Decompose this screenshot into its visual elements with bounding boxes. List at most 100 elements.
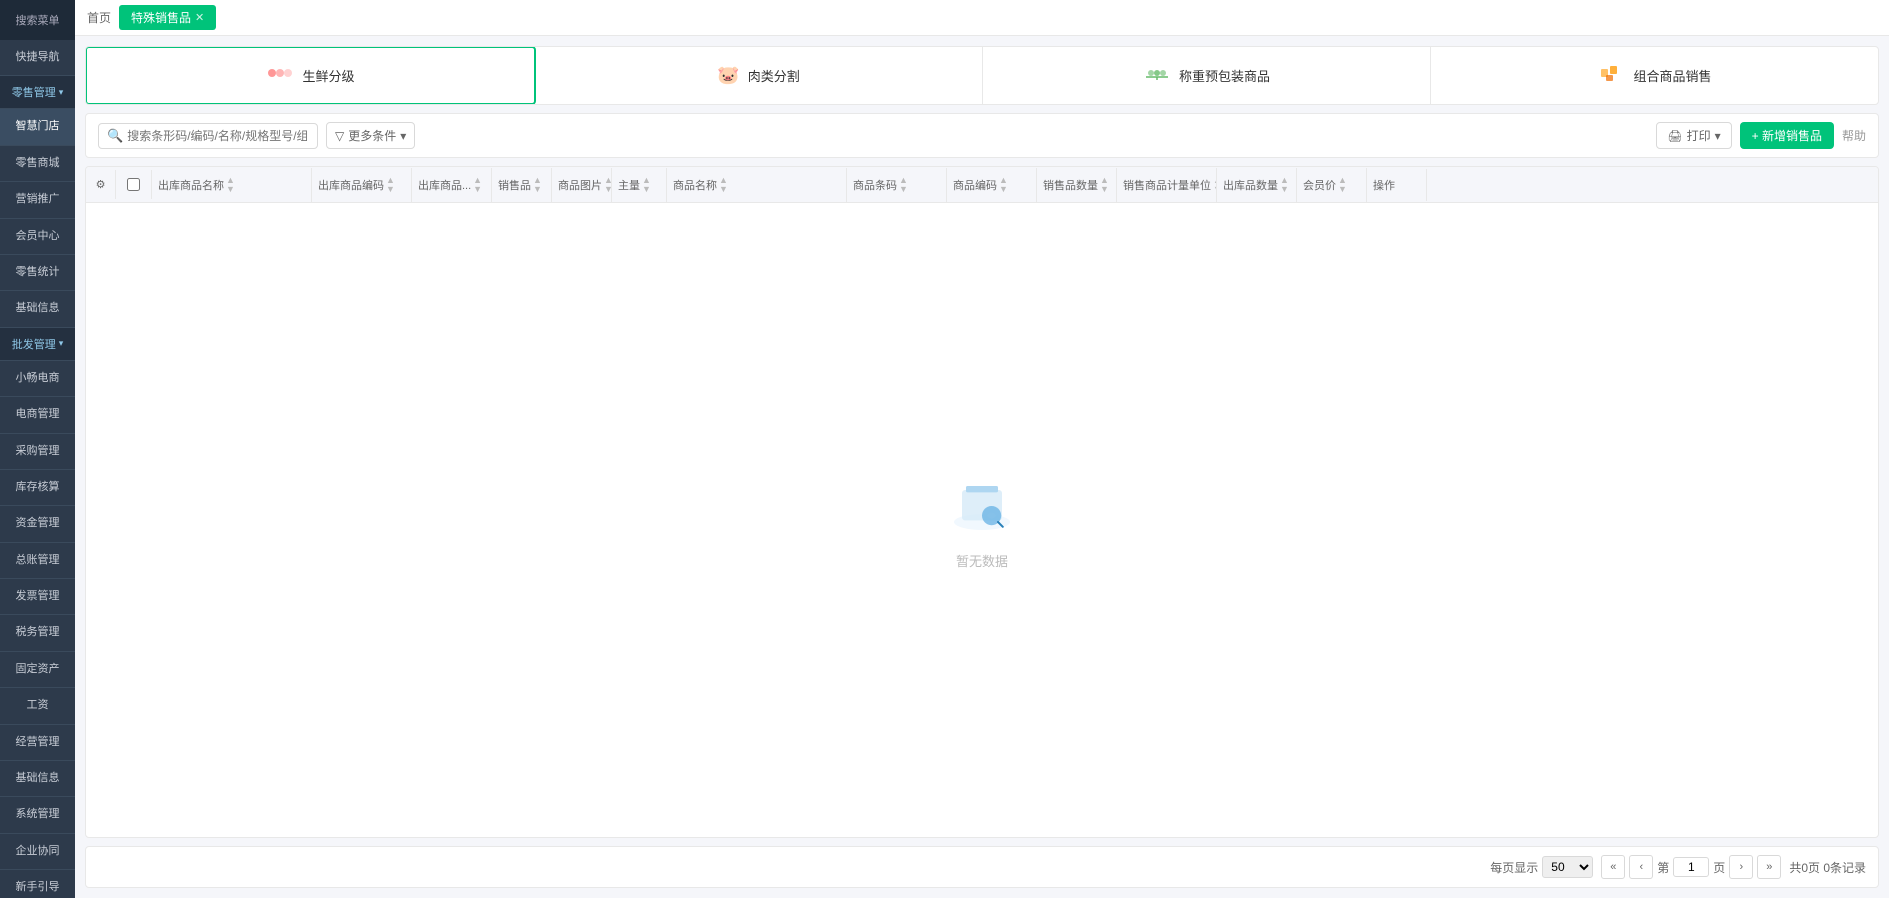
print-button[interactable]: 🖨 打印 ▾ <box>1656 122 1731 149</box>
sidebar-item-sales-promo[interactable]: 营销推广 <box>0 182 75 218</box>
th-out-qty-label: 出库品数量 <box>1223 177 1278 193</box>
th-out-code[interactable]: 出库商品编码 ▲▼ <box>312 168 412 202</box>
sidebar-item-quick-nav[interactable]: 快捷导航 <box>0 40 75 76</box>
sidebar-item-wholesale-mgmt[interactable]: 批发管理 ▾ <box>0 328 75 361</box>
sort-icon: ▲▼ <box>1338 176 1347 194</box>
sort-icon: ▲▼ <box>999 176 1008 194</box>
sidebar-item-mini-ecom[interactable]: 小畅电商 <box>0 361 75 397</box>
print-label: 打印 <box>1687 127 1711 144</box>
main-content: 首页 特殊销售品 ✕ 生鲜分级 🐷 肉类分割 <box>75 0 1889 898</box>
th-action: 操作 <box>1367 169 1427 201</box>
th-settings[interactable]: ⚙ <box>86 170 116 199</box>
sidebar-item-retail-mall[interactable]: 零售商城 <box>0 146 75 182</box>
th-sales[interactable]: 销售品 ▲▼ <box>492 168 552 202</box>
sidebar-item-retail-mgmt[interactable]: 零售管理 ▾ <box>0 76 75 109</box>
page-label-before: 第 <box>1657 859 1669 876</box>
th-out-name-label: 出库商品名称 <box>158 177 224 193</box>
sidebar-item-ecom-mgmt[interactable]: 电商管理 <box>0 397 75 433</box>
sidebar-item-tax-mgmt[interactable]: 税务管理 <box>0 615 75 651</box>
sidebar-item-new-guide[interactable]: 新手引导 <box>0 870 75 898</box>
th-sales-qty-label: 销售品数量 <box>1043 177 1098 193</box>
sidebar-item-purchase-mgmt[interactable]: 采购管理 <box>0 434 75 470</box>
th-weight[interactable]: 主量 ▲▼ <box>612 168 667 202</box>
fresh-icon <box>266 62 294 89</box>
sidebar-item-sys-mgmt[interactable]: 系统管理 <box>0 797 75 833</box>
page-nav: « ‹ 第 页 › » <box>1601 855 1781 879</box>
sidebar-logo[interactable]: 搜索菜单 <box>0 0 75 40</box>
th-goods-name[interactable]: 商品名称 ▲▼ <box>667 168 847 202</box>
prev-page-button[interactable]: ‹ <box>1629 855 1653 879</box>
sidebar-item-total-mgmt[interactable]: 总账管理 <box>0 543 75 579</box>
th-barcode[interactable]: 商品条码 ▲▼ <box>847 168 947 202</box>
sidebar-item-wages[interactable]: 工资 <box>0 688 75 724</box>
search-input[interactable] <box>127 129 307 143</box>
cat-tab-weight-label: 称重预包装商品 <box>1179 66 1270 85</box>
select-all-checkbox[interactable] <box>127 178 140 191</box>
active-tab[interactable]: 特殊销售品 ✕ <box>119 5 216 30</box>
th-goods-code-label: 商品编码 <box>953 177 997 193</box>
help-button[interactable]: 帮助 <box>1842 127 1866 144</box>
filter-label: 更多条件 <box>348 127 396 144</box>
th-member-price-label: 会员价 <box>1303 177 1336 193</box>
sidebar-item-member-center[interactable]: 会员中心 <box>0 219 75 255</box>
th-out-code2-label: 出库商品... <box>418 177 471 193</box>
page-input[interactable] <box>1673 857 1709 877</box>
filter-arrow-icon: ▾ <box>400 129 406 143</box>
cat-tab-combo-label: 组合商品销售 <box>1633 66 1711 85</box>
table-header: ⚙ 出库商品名称 ▲▼ 出库商品编码 ▲▼ 出库商品... ▲▼ <box>86 167 1878 203</box>
per-page-select[interactable]: 50 100 200 <box>1542 856 1593 878</box>
cat-tab-meat-label: 肉类分割 <box>748 66 800 85</box>
search-box[interactable]: 🔍 <box>98 123 318 149</box>
cat-tab-meat[interactable]: 🐷 肉类分割 <box>535 47 983 104</box>
page-content: 生鲜分级 🐷 肉类分割 称重预包装商品 <box>75 36 1889 898</box>
th-out-qty[interactable]: 出库品数量 ▲▼ <box>1217 168 1297 202</box>
sidebar-item-label: 批发管理 <box>12 336 56 352</box>
top-nav: 首页 特殊销售品 ✕ <box>75 0 1889 36</box>
th-member-price[interactable]: 会员价 ▲▼ <box>1297 168 1367 202</box>
sidebar-item-basic-info2[interactable]: 基础信息 <box>0 761 75 797</box>
cat-tab-combo[interactable]: 组合商品销售 <box>1431 47 1878 104</box>
home-nav[interactable]: 首页 <box>87 9 111 26</box>
pagination: 每页显示 50 100 200 « ‹ 第 页 › » 共0页 0条记录 <box>85 846 1879 888</box>
first-page-button[interactable]: « <box>1601 855 1625 879</box>
th-sales-label: 销售品 <box>498 177 531 193</box>
th-unit[interactable]: 销售商品计量单位 ▲▼ <box>1117 168 1217 202</box>
cat-tab-weight[interactable]: 称重预包装商品 <box>983 47 1431 104</box>
add-button[interactable]: + 新增销售品 <box>1740 122 1834 149</box>
sidebar-item-label: 零售管理 <box>12 84 56 100</box>
th-out-code2[interactable]: 出库商品... ▲▼ <box>412 168 492 202</box>
sidebar-item-basic-info[interactable]: 基础信息 <box>0 291 75 327</box>
th-check[interactable] <box>116 170 152 199</box>
th-img[interactable]: 商品图片 ▲▼ <box>552 168 612 202</box>
print-arrow-icon: ▾ <box>1715 129 1721 143</box>
toolbar: 🔍 ▽ 更多条件 ▾ 🖨 打印 ▾ + 新增销售品 帮助 <box>85 113 1879 158</box>
filter-icon: ▽ <box>335 129 344 143</box>
th-out-name[interactable]: 出库商品名称 ▲▼ <box>152 168 312 202</box>
next-page-button[interactable]: › <box>1729 855 1753 879</box>
sort-icon: ▲▼ <box>386 176 395 194</box>
sidebar-item-retail-stats[interactable]: 零售统计 <box>0 255 75 291</box>
sort-icon: ▲▼ <box>604 176 612 194</box>
cat-tab-fresh[interactable]: 生鲜分级 <box>85 46 536 105</box>
filter-button[interactable]: ▽ 更多条件 ▾ <box>326 122 415 149</box>
sidebar-item-enterprise[interactable]: 企业协同 <box>0 834 75 870</box>
cat-tab-fresh-label: 生鲜分级 <box>302 66 354 85</box>
chevron-down-icon: ▾ <box>59 87 64 98</box>
sidebar-item-smart-store[interactable]: 智慧门店 <box>0 109 75 145</box>
sort-icon: ▲▼ <box>473 176 482 194</box>
th-barcode-label: 商品条码 <box>853 177 897 193</box>
sidebar-item-biz-mgmt[interactable]: 经营管理 <box>0 725 75 761</box>
sort-icon: ▲▼ <box>899 176 908 194</box>
th-out-code-label: 出库商品编码 <box>318 177 384 193</box>
th-sales-qty[interactable]: 销售品数量 ▲▼ <box>1037 168 1117 202</box>
sidebar-item-invoice-mgmt[interactable]: 发票管理 <box>0 579 75 615</box>
print-icon: 🖨 <box>1667 129 1682 143</box>
th-goods-code[interactable]: 商品编码 ▲▼ <box>947 168 1037 202</box>
sidebar-item-fixed-assets[interactable]: 固定资产 <box>0 652 75 688</box>
sort-icon: ▲▼ <box>226 176 235 194</box>
sidebar-item-inventory[interactable]: 库存核算 <box>0 470 75 506</box>
close-tab-icon[interactable]: ✕ <box>195 11 204 24</box>
sidebar-item-finance[interactable]: 资金管理 <box>0 506 75 542</box>
last-page-button[interactable]: » <box>1757 855 1781 879</box>
sort-icon: ▲▼ <box>533 176 542 194</box>
